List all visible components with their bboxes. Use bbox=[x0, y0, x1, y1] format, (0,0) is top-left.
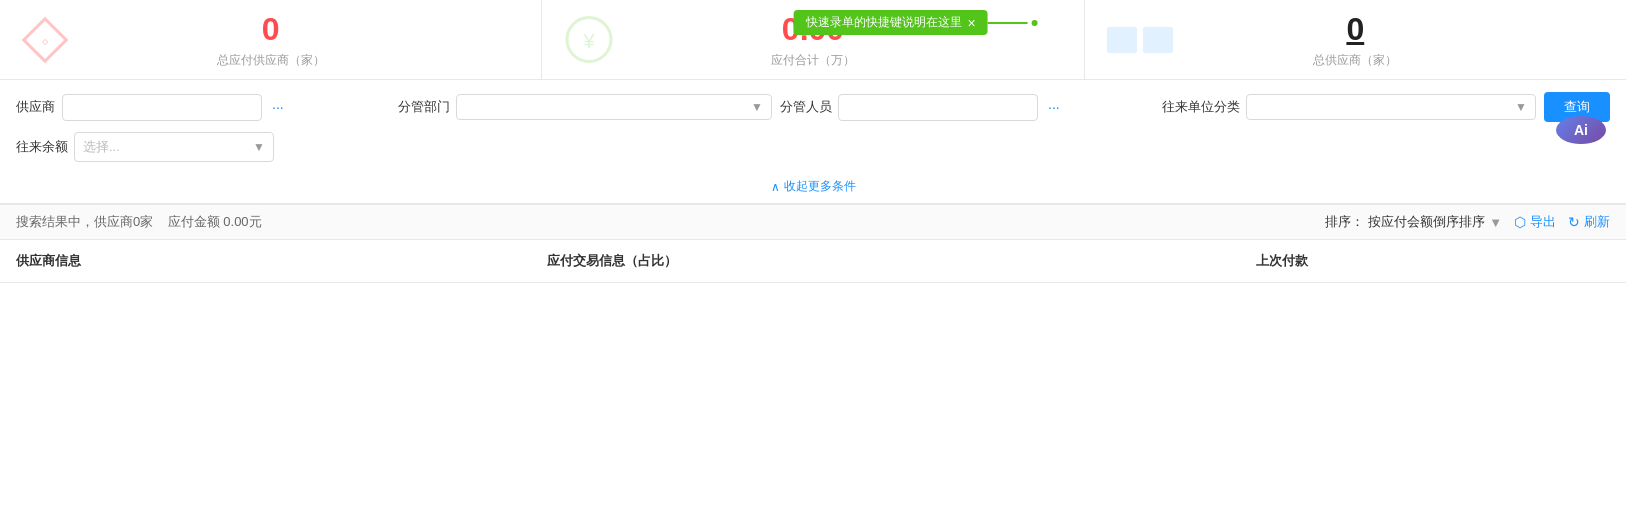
tooltip-dot bbox=[1030, 18, 1040, 28]
shortcut-tooltip: 快速录单的快捷键说明在这里 × bbox=[794, 10, 988, 35]
collapse-label: 收起更多条件 bbox=[784, 178, 856, 195]
refresh-label: 刷新 bbox=[1584, 213, 1610, 231]
sort-arrow-icon: ▼ bbox=[1489, 215, 1502, 230]
stat-total-payable-suppliers: ⬦ 0 总应付供应商（家） bbox=[0, 0, 542, 79]
dept-arrow-icon: ▼ bbox=[751, 100, 763, 114]
export-icon: ⬡ bbox=[1514, 214, 1526, 230]
search-row-2: 往来余额 选择... ▼ bbox=[16, 132, 1610, 162]
balance-field: 往来余额 选择... ▼ bbox=[16, 132, 336, 162]
person-label: 分管人员 bbox=[780, 98, 832, 116]
supplier-ellipsis-btn[interactable]: ··· bbox=[268, 99, 288, 115]
result-bar: 搜索结果中，供应商0家 应付金额 0.00元 排序： 按应付会额倒序排序 ▼ ⬡… bbox=[0, 204, 1626, 240]
ai-badge-button[interactable]: Ai bbox=[1556, 116, 1606, 144]
category-dropdown[interactable]: ▼ bbox=[1246, 94, 1536, 120]
svg-rect-4 bbox=[1107, 27, 1137, 53]
tooltip-text: 快速录单的快捷键说明在这里 bbox=[806, 14, 962, 31]
balance-placeholder: 选择... bbox=[83, 138, 120, 156]
table-section: 供应商信息 应付交易信息（占比） 上次付款 bbox=[0, 240, 1626, 515]
export-button[interactable]: ⬡ 导出 bbox=[1514, 213, 1556, 231]
stat-total-payable-amount-label: 应付合计（万） bbox=[771, 52, 855, 69]
diamond-logo-icon: ⬦ bbox=[20, 15, 70, 65]
tooltip-close-btn[interactable]: × bbox=[968, 16, 976, 30]
export-label: 导出 bbox=[1530, 213, 1556, 231]
refresh-icon: ↻ bbox=[1568, 214, 1580, 230]
stat-total-payable-amount: ¥ 0.00 应付合计（万） 快速录单的快捷键说明在这里 × bbox=[542, 0, 1084, 79]
col-header-transaction: 应付交易信息（占比） bbox=[547, 252, 1255, 270]
sort-value: 按应付会额倒序排序 bbox=[1368, 213, 1485, 231]
person-input[interactable] bbox=[838, 94, 1038, 121]
category-arrow-icon: ▼ bbox=[1515, 100, 1527, 114]
result-summary: 搜索结果中，供应商0家 应付金额 0.00元 bbox=[16, 213, 262, 231]
stat-total-suppliers-label: 总供应商（家） bbox=[1313, 52, 1397, 69]
suppliers-icon bbox=[1105, 25, 1175, 55]
svg-text:⬦: ⬦ bbox=[41, 32, 49, 48]
search-row-1: 供应商 ··· 分管部门 ▼ 分管人员 ··· 往来单位分类 ▼ bbox=[16, 92, 1610, 122]
person-ellipsis-btn[interactable]: ··· bbox=[1044, 99, 1064, 115]
search-section: 供应商 ··· 分管部门 ▼ 分管人员 ··· 往来单位分类 ▼ bbox=[0, 80, 1626, 204]
stat-total-payable-suppliers-value: 0 bbox=[262, 10, 280, 48]
dept-field: 分管部门 ▼ bbox=[398, 94, 772, 120]
balance-arrow-icon: ▼ bbox=[253, 140, 265, 154]
svg-rect-5 bbox=[1143, 27, 1173, 53]
balance-label: 往来余额 bbox=[16, 138, 68, 156]
stat-total-payable-suppliers-label: 总应付供应商（家） bbox=[217, 52, 325, 69]
stat-total-suppliers: 0 总供应商（家） bbox=[1085, 0, 1626, 79]
dept-label: 分管部门 bbox=[398, 98, 450, 116]
dept-dropdown[interactable]: ▼ bbox=[456, 94, 772, 120]
col-header-supplier: 供应商信息 bbox=[16, 252, 547, 270]
stat-total-suppliers-value: 0 bbox=[1346, 10, 1364, 48]
category-field: 往来单位分类 ▼ bbox=[1162, 94, 1536, 120]
supplier-field: 供应商 ··· bbox=[16, 94, 390, 121]
table-header: 供应商信息 应付交易信息（占比） 上次付款 bbox=[0, 240, 1626, 283]
col-header-lastpay: 上次付款 bbox=[1256, 252, 1610, 270]
coins-icon: ¥ bbox=[562, 12, 617, 67]
collapse-bar[interactable]: ∧ 收起更多条件 bbox=[16, 172, 1610, 203]
sort-label: 排序： bbox=[1325, 213, 1364, 231]
supplier-input[interactable] bbox=[62, 94, 262, 121]
collapse-chevron-icon: ∧ bbox=[771, 180, 780, 194]
refresh-button[interactable]: ↻ 刷新 bbox=[1568, 213, 1610, 231]
top-stats-bar: ⬦ 0 总应付供应商（家） ¥ 0.00 应付合计（万） 快速录单的快捷键说明在… bbox=[0, 0, 1626, 80]
result-amount: 应付金额 0.00元 bbox=[168, 214, 262, 229]
person-field: 分管人员 ··· bbox=[780, 94, 1154, 121]
sort-button[interactable]: 排序： 按应付会额倒序排序 ▼ bbox=[1325, 213, 1502, 231]
balance-dropdown[interactable]: 选择... ▼ bbox=[74, 132, 274, 162]
result-bar-right: 排序： 按应付会额倒序排序 ▼ ⬡ 导出 ↻ 刷新 bbox=[1325, 213, 1610, 231]
table-body bbox=[0, 283, 1626, 515]
svg-text:¥: ¥ bbox=[583, 29, 596, 51]
category-label: 往来单位分类 bbox=[1162, 98, 1240, 116]
result-text: 搜索结果中，供应商0家 bbox=[16, 214, 153, 229]
supplier-label: 供应商 bbox=[16, 98, 56, 116]
